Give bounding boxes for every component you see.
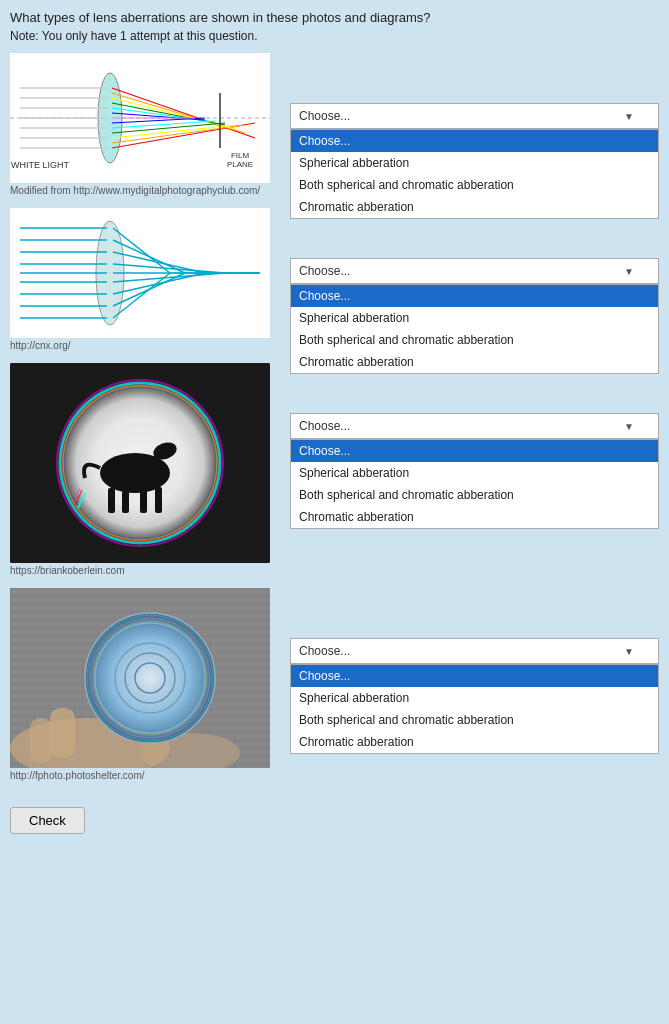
spherical-diagram-image bbox=[10, 208, 270, 338]
chromatic-diagram-image: WHITE LIGHT FILM PLANE bbox=[10, 53, 270, 183]
option-both-3[interactable]: Both spherical and chromatic abberation bbox=[291, 484, 658, 506]
svg-rect-61 bbox=[155, 487, 162, 513]
svg-text:PLANE: PLANE bbox=[227, 160, 253, 169]
source-2: http://cnx.org/ bbox=[10, 340, 280, 351]
image-col-3: https://briankoberlein.com bbox=[10, 363, 280, 582]
image-col-4: http://fphoto.photoshelter.com/ bbox=[10, 588, 280, 787]
option-spherical-3[interactable]: Spherical abberation bbox=[291, 462, 658, 484]
dropdown-arrow-3: ▼ bbox=[624, 421, 634, 432]
dropdown-4[interactable]: Choose... ▼ Choose... Spherical abberati… bbox=[290, 638, 659, 664]
dropdown-1[interactable]: Choose... ▼ Choose... Spherical abberati… bbox=[290, 103, 659, 129]
dropdown-list-1: Choose... Spherical abberation Both sphe… bbox=[290, 129, 659, 219]
question-text: What types of lens aberrations are shown… bbox=[10, 10, 659, 25]
dropdown-trigger-1[interactable]: Choose... ▼ bbox=[290, 103, 659, 129]
source-3: https://briankoberlein.com bbox=[10, 565, 280, 576]
dropdown-trigger-2[interactable]: Choose... ▼ bbox=[290, 258, 659, 284]
option-choose-3[interactable]: Choose... bbox=[291, 440, 658, 462]
source-1: Modified from http://www.mydigitalphotog… bbox=[10, 185, 280, 196]
dropdown-arrow-1: ▼ bbox=[624, 111, 634, 122]
svg-rect-59 bbox=[122, 491, 129, 513]
option-chromatic-1[interactable]: Chromatic abberation bbox=[291, 196, 658, 218]
option-chromatic-4[interactable]: Chromatic abberation bbox=[291, 731, 658, 753]
dropdown-2[interactable]: Choose... ▼ Choose... Spherical abberati… bbox=[290, 258, 659, 284]
svg-text:WHITE LIGHT: WHITE LIGHT bbox=[11, 160, 70, 170]
note-text: Note: You only have 1 attempt at this qu… bbox=[10, 29, 659, 43]
option-choose-2[interactable]: Choose... bbox=[291, 285, 658, 307]
dropdown-col-1: Choose... ▼ Choose... Spherical abberati… bbox=[290, 53, 659, 129]
dropdown-col-3: Choose... ▼ Choose... Spherical abberati… bbox=[290, 363, 659, 439]
dropdown-col-2: Choose... ▼ Choose... Spherical abberati… bbox=[290, 208, 659, 284]
svg-rect-74 bbox=[50, 708, 75, 758]
dropdown-selected-1: Choose... bbox=[299, 109, 350, 123]
qa-row-1: WHITE LIGHT FILM PLANE Modified from htt… bbox=[10, 53, 659, 202]
dropdown-trigger-4[interactable]: Choose... ▼ bbox=[290, 638, 659, 664]
dropdown-selected-3: Choose... bbox=[299, 419, 350, 433]
option-choose-4[interactable]: Choose... bbox=[291, 665, 658, 687]
option-spherical-2[interactable]: Spherical abberation bbox=[291, 307, 658, 329]
image-col-2: http://cnx.org/ bbox=[10, 208, 280, 357]
svg-rect-58 bbox=[108, 488, 115, 513]
dropdown-trigger-3[interactable]: Choose... ▼ bbox=[290, 413, 659, 439]
option-both-4[interactable]: Both spherical and chromatic abberation bbox=[291, 709, 658, 731]
svg-rect-75 bbox=[30, 718, 52, 763]
dropdown-list-3: Choose... Spherical abberation Both sphe… bbox=[290, 439, 659, 529]
source-4: http://fphoto.photoshelter.com/ bbox=[10, 770, 280, 781]
option-chromatic-3[interactable]: Chromatic abberation bbox=[291, 506, 658, 528]
qa-row-2: http://cnx.org/ Choose... ▼ Choose... Sp… bbox=[10, 208, 659, 357]
dropdown-arrow-2: ▼ bbox=[624, 266, 634, 277]
lens-hand-photo bbox=[10, 588, 270, 768]
check-button[interactable]: Check bbox=[10, 807, 85, 834]
option-both-2[interactable]: Both spherical and chromatic abberation bbox=[291, 329, 658, 351]
option-both-1[interactable]: Both spherical and chromatic abberation bbox=[291, 174, 658, 196]
dropdown-3[interactable]: Choose... ▼ Choose... Spherical abberati… bbox=[290, 413, 659, 439]
qa-row-3: https://briankoberlein.com Choose... ▼ C… bbox=[10, 363, 659, 582]
svg-text:FILM: FILM bbox=[231, 151, 250, 160]
dropdown-selected-2: Choose... bbox=[299, 264, 350, 278]
image-col-1: WHITE LIGHT FILM PLANE Modified from htt… bbox=[10, 53, 280, 202]
dropdown-selected-4: Choose... bbox=[299, 644, 350, 658]
option-spherical-1[interactable]: Spherical abberation bbox=[291, 152, 658, 174]
option-spherical-4[interactable]: Spherical abberation bbox=[291, 687, 658, 709]
horse-photo bbox=[10, 363, 270, 563]
dropdown-arrow-4: ▼ bbox=[624, 646, 634, 657]
dropdown-list-2: Choose... Spherical abberation Both sphe… bbox=[290, 284, 659, 374]
option-chromatic-2[interactable]: Chromatic abberation bbox=[291, 351, 658, 373]
option-choose-1[interactable]: Choose... bbox=[291, 130, 658, 152]
dropdown-col-4: Choose... ▼ Choose... Spherical abberati… bbox=[290, 588, 659, 664]
dropdown-list-4: Choose... Spherical abberation Both sphe… bbox=[290, 664, 659, 754]
qa-row-4: http://fphoto.photoshelter.com/ Choose..… bbox=[10, 588, 659, 787]
svg-rect-60 bbox=[140, 489, 147, 513]
